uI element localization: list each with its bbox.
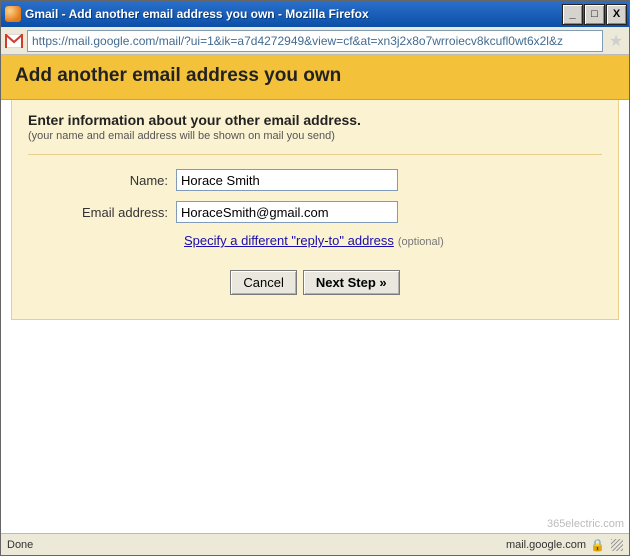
form-card: Enter information about your other email… xyxy=(11,100,619,320)
page-header: Add another email address you own xyxy=(1,55,629,100)
address-bar: https://mail.google.com/mail/?ui=1&ik=a7… xyxy=(1,27,629,55)
host-label: mail.google.com xyxy=(506,539,586,551)
page-viewport: Add another email address you own Enter … xyxy=(1,55,629,533)
name-row: Name: xyxy=(28,169,602,191)
status-text: Done xyxy=(7,539,506,551)
next-step-button[interactable]: Next Step » xyxy=(303,270,400,295)
optional-label: (optional) xyxy=(398,236,444,248)
close-button[interactable]: X xyxy=(606,4,627,25)
divider xyxy=(28,154,602,155)
window-title: Gmail - Add another email address you ow… xyxy=(25,7,562,21)
button-row: Cancel Next Step » xyxy=(28,270,602,295)
minimize-button[interactable]: _ xyxy=(562,4,583,25)
cancel-button[interactable]: Cancel xyxy=(230,270,296,295)
email-input[interactable] xyxy=(176,201,398,223)
reply-to-row: Specify a different "reply-to" address (… xyxy=(184,233,602,248)
email-row: Email address: xyxy=(28,201,602,223)
resize-grip-icon[interactable] xyxy=(611,539,623,551)
status-host: mail.google.com 🔒 xyxy=(506,538,605,552)
name-input[interactable] xyxy=(176,169,398,191)
maximize-button[interactable]: □ xyxy=(584,4,605,25)
name-label: Name: xyxy=(28,173,176,188)
status-bar: Done mail.google.com 🔒 xyxy=(1,533,629,555)
firefox-icon xyxy=(5,6,21,22)
bookmark-star-icon[interactable]: ★ xyxy=(607,32,625,50)
gmail-icon xyxy=(5,32,23,50)
reply-to-link[interactable]: Specify a different "reply-to" address xyxy=(184,233,394,248)
lock-icon: 🔒 xyxy=(590,538,605,552)
page-title: Add another email address you own xyxy=(15,65,615,87)
window-controls: _ □ X xyxy=(562,4,627,25)
url-input[interactable]: https://mail.google.com/mail/?ui=1&ik=a7… xyxy=(27,30,603,52)
form-lead: Enter information about your other email… xyxy=(28,112,602,128)
email-label: Email address: xyxy=(28,205,176,220)
window-titlebar: Gmail - Add another email address you ow… xyxy=(1,1,629,27)
form-sub: (your name and email address will be sho… xyxy=(28,130,602,142)
